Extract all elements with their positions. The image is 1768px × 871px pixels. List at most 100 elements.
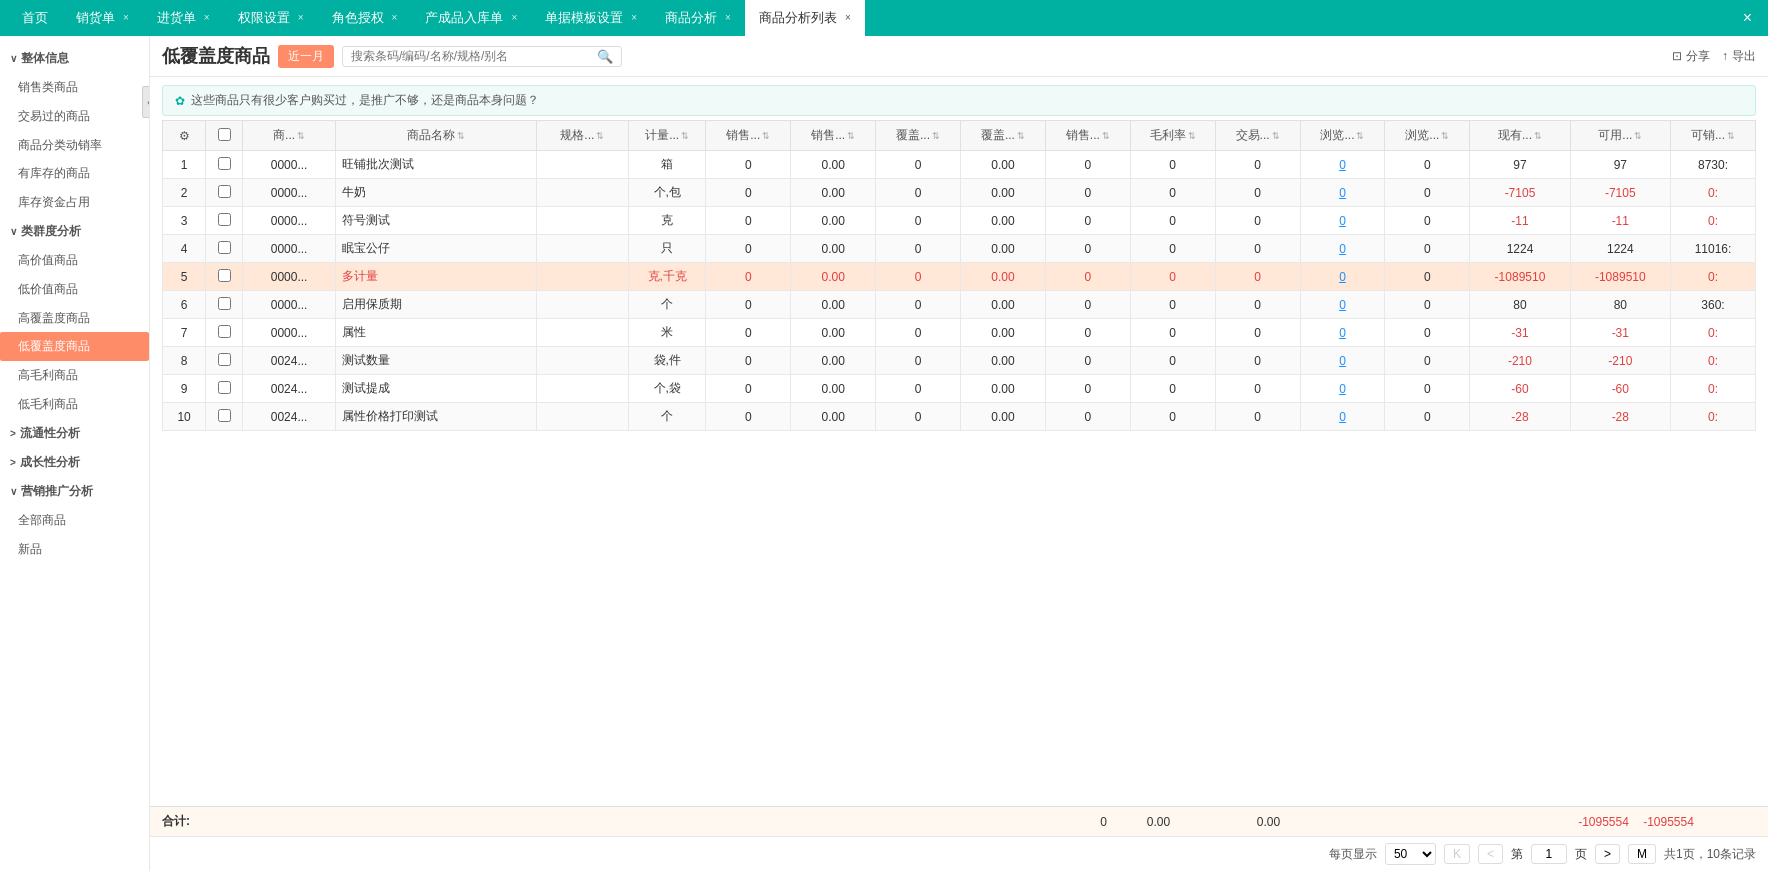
col-cover1[interactable]: 覆盖...⇅ — [876, 121, 961, 151]
col-sales-amt[interactable]: 销售...⇅ — [791, 121, 876, 151]
nav-close-sales[interactable]: × — [123, 0, 129, 36]
col-code[interactable]: 商...⇅ — [243, 121, 336, 151]
row-current: 97 — [1470, 151, 1570, 179]
col-unit[interactable]: 计量...⇅ — [629, 121, 706, 151]
sidebar-item-stocked-goods[interactable]: 有库存的商品 — [0, 159, 149, 188]
col-browse2[interactable]: 浏览...⇅ — [1385, 121, 1470, 151]
sidebar-item-category-rate[interactable]: 商品分类动销率 — [0, 131, 149, 160]
col-sales2[interactable]: 销售...⇅ — [1045, 121, 1130, 151]
row-checkbox[interactable] — [218, 409, 231, 422]
nav-close-template[interactable]: × — [631, 0, 637, 36]
row-browse1: 0 — [1300, 319, 1385, 347]
export-button[interactable]: ↑ 导出 — [1722, 48, 1756, 65]
row-checkbox-cell[interactable] — [206, 207, 243, 235]
browse1-link[interactable]: 0 — [1339, 158, 1346, 172]
nav-close-permissions[interactable]: × — [298, 0, 304, 36]
row-checkbox[interactable] — [218, 297, 231, 310]
row-checkbox-cell[interactable] — [206, 179, 243, 207]
sidebar-item-new-goods[interactable]: 新品 — [0, 535, 149, 564]
row-checkbox-cell[interactable] — [206, 403, 243, 431]
page-size-select[interactable]: 50 20 100 — [1385, 843, 1436, 865]
search-input[interactable] — [351, 49, 597, 63]
col-check[interactable] — [206, 121, 243, 151]
row-checkbox-cell[interactable] — [206, 319, 243, 347]
nav-close-products-in[interactable]: × — [511, 0, 517, 36]
nav-close-analysis[interactable]: × — [725, 0, 731, 36]
browse1-link[interactable]: 0 — [1339, 326, 1346, 340]
row-browse2: 0 — [1385, 235, 1470, 263]
nav-close-purchase[interactable]: × — [204, 0, 210, 36]
row-checkbox[interactable] — [218, 241, 231, 254]
sidebar-section-growth[interactable]: > 成长性分析 — [0, 448, 149, 477]
row-checkbox-cell[interactable] — [206, 263, 243, 291]
row-checkbox-cell[interactable] — [206, 235, 243, 263]
browse1-link[interactable]: 0 — [1339, 214, 1346, 228]
row-checkbox[interactable] — [218, 157, 231, 170]
browse1-link[interactable]: 0 — [1339, 410, 1346, 424]
row-checkbox-cell[interactable] — [206, 375, 243, 403]
browse1-link[interactable]: 0 — [1339, 382, 1346, 396]
sidebar-section-circulation[interactable]: > 流通性分析 — [0, 419, 149, 448]
col-spec[interactable]: 规格...⇅ — [536, 121, 629, 151]
prev-page-btn[interactable]: < — [1478, 844, 1503, 864]
browse1-link[interactable]: 0 — [1339, 270, 1346, 284]
col-name[interactable]: 商品名称⇅ — [335, 121, 536, 151]
col-trade[interactable]: 交易...⇅ — [1215, 121, 1300, 151]
browse1-link[interactable]: 0 — [1339, 354, 1346, 368]
sidebar-item-sales-goods[interactable]: 销售类商品 — [0, 73, 149, 102]
sidebar-item-low-coverage[interactable]: 低覆盖度商品 — [0, 332, 149, 361]
sidebar-item-traded-goods[interactable]: 交易过的商品 — [0, 102, 149, 131]
time-filter-button[interactable]: 近一月 — [278, 45, 334, 68]
row-checkbox[interactable] — [218, 269, 231, 282]
nav-close-analysis-list[interactable]: × — [845, 0, 851, 36]
first-page-btn[interactable]: K — [1444, 844, 1470, 864]
sidebar-item-stock-capital[interactable]: 库存资金占用 — [0, 188, 149, 217]
sidebar-section-marketing[interactable]: ∨ 营销推广分析 — [0, 477, 149, 506]
sidebar-item-low-margin[interactable]: 低毛利商品 — [0, 390, 149, 419]
sidebar-collapse-btn[interactable]: « — [142, 86, 150, 118]
sidebar-item-high-coverage[interactable]: 高覆盖度商品 — [0, 304, 149, 333]
nav-close-roles[interactable]: × — [392, 0, 398, 36]
browse1-link[interactable]: 0 — [1339, 186, 1346, 200]
nav-item-home[interactable]: 首页 — [8, 0, 62, 36]
row-checkbox[interactable] — [218, 381, 231, 394]
row-checkbox[interactable] — [218, 353, 231, 366]
table-wrap[interactable]: ⚙ 商...⇅ 商品名称⇅ 规格...⇅ — [162, 120, 1756, 806]
share-button[interactable]: ⊡ 分享 — [1672, 48, 1710, 65]
select-all-checkbox[interactable] — [218, 128, 231, 141]
row-checkbox[interactable] — [218, 213, 231, 226]
row-checkbox-cell[interactable] — [206, 151, 243, 179]
sidebar-item-all-goods[interactable]: 全部商品 — [0, 506, 149, 535]
row-checkbox[interactable] — [218, 185, 231, 198]
next-page-btn[interactable]: > — [1595, 844, 1620, 864]
nav-item-products-in[interactable]: 产成品入库单 × — [411, 0, 531, 36]
sidebar-section-cluster[interactable]: ∨ 类群度分析 — [0, 217, 149, 246]
page-input[interactable] — [1531, 844, 1567, 864]
sidebar-section-overall[interactable]: ∨ 整体信息 — [0, 44, 149, 73]
col-saleable[interactable]: 可销...⇅ — [1670, 121, 1755, 151]
nav-item-analysis[interactable]: 商品分析 × — [651, 0, 745, 36]
col-settings[interactable]: ⚙ — [163, 121, 206, 151]
sidebar-item-high-value[interactable]: 高价值商品 — [0, 246, 149, 275]
row-checkbox[interactable] — [218, 325, 231, 338]
col-browse1[interactable]: 浏览...⇅ — [1300, 121, 1385, 151]
col-current[interactable]: 现有...⇅ — [1470, 121, 1570, 151]
col-sales-qty[interactable]: 销售...⇅ — [706, 121, 791, 151]
nav-item-sales[interactable]: 销货单 × — [62, 0, 143, 36]
last-page-btn[interactable]: M — [1628, 844, 1656, 864]
nav-item-permissions[interactable]: 权限设置 × — [224, 0, 318, 36]
col-available[interactable]: 可用...⇅ — [1570, 121, 1670, 151]
window-close-btn[interactable]: × — [1735, 9, 1760, 27]
sidebar-item-high-margin[interactable]: 高毛利商品 — [0, 361, 149, 390]
browse1-link[interactable]: 0 — [1339, 242, 1346, 256]
col-cover2[interactable]: 覆盖...⇅ — [960, 121, 1045, 151]
sidebar-item-low-value[interactable]: 低价值商品 — [0, 275, 149, 304]
nav-item-purchase[interactable]: 进货单 × — [143, 0, 224, 36]
col-gross-rate[interactable]: 毛利率⇅ — [1130, 121, 1215, 151]
row-checkbox-cell[interactable] — [206, 347, 243, 375]
browse1-link[interactable]: 0 — [1339, 298, 1346, 312]
nav-item-roles[interactable]: 角色授权 × — [318, 0, 412, 36]
nav-item-template[interactable]: 单据模板设置 × — [531, 0, 651, 36]
row-checkbox-cell[interactable] — [206, 291, 243, 319]
nav-item-analysis-list[interactable]: 商品分析列表 × — [745, 0, 865, 36]
